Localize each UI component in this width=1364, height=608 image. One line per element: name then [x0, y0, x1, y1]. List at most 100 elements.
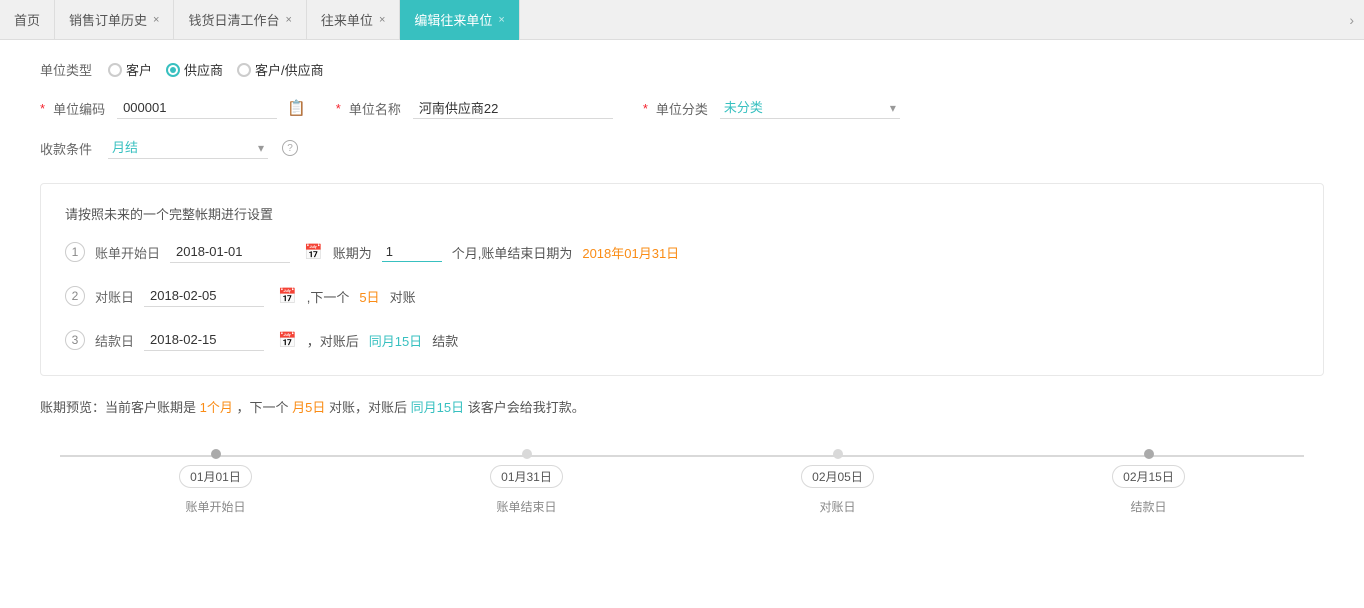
timeline-dot-1	[522, 449, 532, 459]
preview-part1: 1个月	[200, 400, 233, 415]
step-3-row: 3 结款日 📅 ，对账后 同月15日 结款	[65, 329, 1299, 351]
timeline-container: 01月01日 账单开始日 01月31日 账单结束日 02月05日 对账日 02月…	[40, 439, 1324, 545]
step-1-label: 账单开始日	[95, 243, 160, 262]
timeline-label-1: 账单结束日	[496, 498, 556, 515]
radio-supplier[interactable]: 供应商	[166, 60, 223, 79]
tab-home-label: 首页	[14, 10, 40, 29]
step-2-suffix-pre: ,下一个	[307, 287, 350, 306]
step-2-suffix-post: 对账	[390, 287, 416, 306]
unit-type-row: 单位类型 客户 供应商 客户/供应商	[40, 60, 1324, 79]
tab-cash-work-label: 钱货日清工作台	[188, 10, 279, 29]
step-3-suffix-highlight: 同月15日	[369, 331, 422, 350]
tab-partner-unit-label: 往来单位	[321, 10, 373, 29]
tab-expand-button[interactable]: ›	[1339, 12, 1364, 28]
timeline-dot-2	[833, 449, 843, 459]
payment-select[interactable]: 月结	[112, 140, 254, 155]
timeline-item-1: 01月31日 账单结束日	[371, 449, 682, 515]
preview-prefix: 账期预览：当前客户账期是	[40, 400, 196, 415]
code-name-category-row: * 单位编码 📋 * 单位名称 * 单位分类 未分类 ▾	[40, 97, 1324, 119]
preview-suffix: 该客户会给我打款。	[468, 400, 585, 415]
step-3-suffix-post: 结款	[432, 331, 458, 350]
timeline: 01月01日 账单开始日 01月31日 账单结束日 02月05日 对账日 02月…	[60, 439, 1304, 545]
timeline-badge-3: 02月15日	[1112, 465, 1185, 488]
timeline-item-2: 02月05日 对账日	[682, 449, 993, 515]
preview-sep2: 对账，对账后	[329, 400, 407, 415]
calendar-icon-step2[interactable]: 📅	[278, 287, 297, 305]
close-icon[interactable]: ×	[379, 14, 385, 26]
timeline-badge-0: 01月01日	[179, 465, 252, 488]
step-1-num: 1	[65, 242, 85, 262]
period-settings-card: 请按照未来的一个完整帐期进行设置 1 账单开始日 📅 账期为 个月,账单结束日期…	[40, 183, 1324, 376]
preview-sep1: ，下一个	[237, 400, 289, 415]
step-3-label: 结款日	[95, 331, 134, 350]
step-2-label: 对账日	[95, 287, 134, 306]
timeline-dot-3	[1144, 449, 1154, 459]
category-dropdown[interactable]: 未分类 ▾	[720, 97, 900, 119]
tabs-bar: 首页 销售订单历史 × 钱货日清工作台 × 往来单位 × 编辑往来单位 × ›	[0, 0, 1364, 40]
step-1-period-suffix: 个月,账单结束日期为	[452, 243, 573, 262]
category-dropdown-arrow: ▾	[890, 101, 896, 115]
tab-edit-partner-unit[interactable]: 编辑往来单位 ×	[400, 0, 519, 40]
step-1-row: 1 账单开始日 📅 账期为 个月,账单结束日期为 2018年01月31日	[65, 241, 1299, 263]
calendar-icon-code[interactable]: 📋	[287, 99, 306, 117]
preview-part2: 月5日	[292, 400, 325, 415]
payment-row: 收款条件 月结 ▾ ?	[40, 137, 1324, 159]
close-icon[interactable]: ×	[498, 14, 504, 26]
step-2-suffix-highlight: 5日	[359, 287, 379, 306]
payment-label: 收款条件	[40, 139, 92, 158]
payment-dropdown-arrow: ▾	[258, 141, 264, 155]
timeline-dot-0	[211, 449, 221, 459]
tab-partner-unit[interactable]: 往来单位 ×	[307, 0, 400, 40]
calendar-icon-step3[interactable]: 📅	[278, 331, 297, 349]
close-icon[interactable]: ×	[153, 14, 159, 26]
tab-cash-work[interactable]: 钱货日清工作台 ×	[174, 0, 306, 40]
step-3-suffix-pre: ，对账后	[307, 331, 359, 350]
code-input[interactable]	[117, 97, 277, 119]
step-1-period-input[interactable]	[382, 242, 442, 262]
step-2-row: 2 对账日 📅 ,下一个 5日 对账	[65, 285, 1299, 307]
preview-section: 账期预览：当前客户账期是 1个月 ，下一个 月5日 对账，对账后 同月15日 该…	[40, 396, 1324, 419]
radio-customer[interactable]: 客户	[108, 60, 152, 79]
step-1-period-end: 2018年01月31日	[582, 243, 679, 262]
radio-customer-supplier[interactable]: 客户/供应商	[237, 60, 324, 79]
step-2-date-input[interactable]	[144, 285, 264, 307]
radio-circle-customer	[108, 63, 122, 77]
timeline-badge-1: 01月31日	[490, 465, 563, 488]
category-label: 单位分类	[656, 99, 708, 118]
preview-part3: 同月15日	[411, 400, 464, 415]
timeline-label-3: 结款日	[1130, 498, 1166, 515]
card-instruction: 请按照未来的一个完整帐期进行设置	[65, 204, 1299, 223]
step-1-date-input[interactable]	[170, 241, 290, 263]
tab-home[interactable]: 首页	[0, 0, 55, 40]
payment-dropdown[interactable]: 月结 ▾	[108, 137, 268, 159]
category-select[interactable]: 未分类	[724, 100, 886, 115]
name-required-star: *	[336, 101, 341, 116]
timeline-label-2: 对账日	[819, 498, 855, 515]
help-icon[interactable]: ?	[282, 140, 298, 156]
radio-customer-label: 客户	[126, 60, 152, 79]
code-label: 单位编码	[53, 99, 105, 118]
step-2-num: 2	[65, 286, 85, 306]
page-content: 单位类型 客户 供应商 客户/供应商 * 单位编码 📋 * 单位名称	[0, 40, 1364, 608]
timeline-item-0: 01月01日 账单开始日	[60, 449, 371, 515]
timeline-badge-2: 02月05日	[801, 465, 874, 488]
radio-circle-customer-supplier	[237, 63, 251, 77]
close-icon[interactable]: ×	[285, 14, 291, 26]
calendar-icon-step1[interactable]: 📅	[304, 243, 323, 261]
tab-sales-order-history-label: 销售订单历史	[69, 10, 147, 29]
name-label: 单位名称	[349, 99, 401, 118]
radio-circle-supplier	[166, 63, 180, 77]
radio-customer-supplier-label: 客户/供应商	[255, 60, 324, 79]
code-required-star: *	[40, 101, 45, 116]
tab-sales-order-history[interactable]: 销售订单历史 ×	[55, 0, 174, 40]
unit-type-radio-group: 客户 供应商 客户/供应商	[108, 60, 324, 79]
category-required-star: *	[643, 101, 648, 116]
step-1-period-prefix: 账期为	[333, 243, 372, 262]
timeline-label-0: 账单开始日	[185, 498, 245, 515]
unit-type-label: 单位类型	[40, 60, 92, 79]
step-3-num: 3	[65, 330, 85, 350]
radio-supplier-label: 供应商	[184, 60, 223, 79]
timeline-item-3: 02月15日 结款日	[993, 449, 1304, 515]
name-input[interactable]	[413, 97, 613, 119]
step-3-date-input[interactable]	[144, 329, 264, 351]
